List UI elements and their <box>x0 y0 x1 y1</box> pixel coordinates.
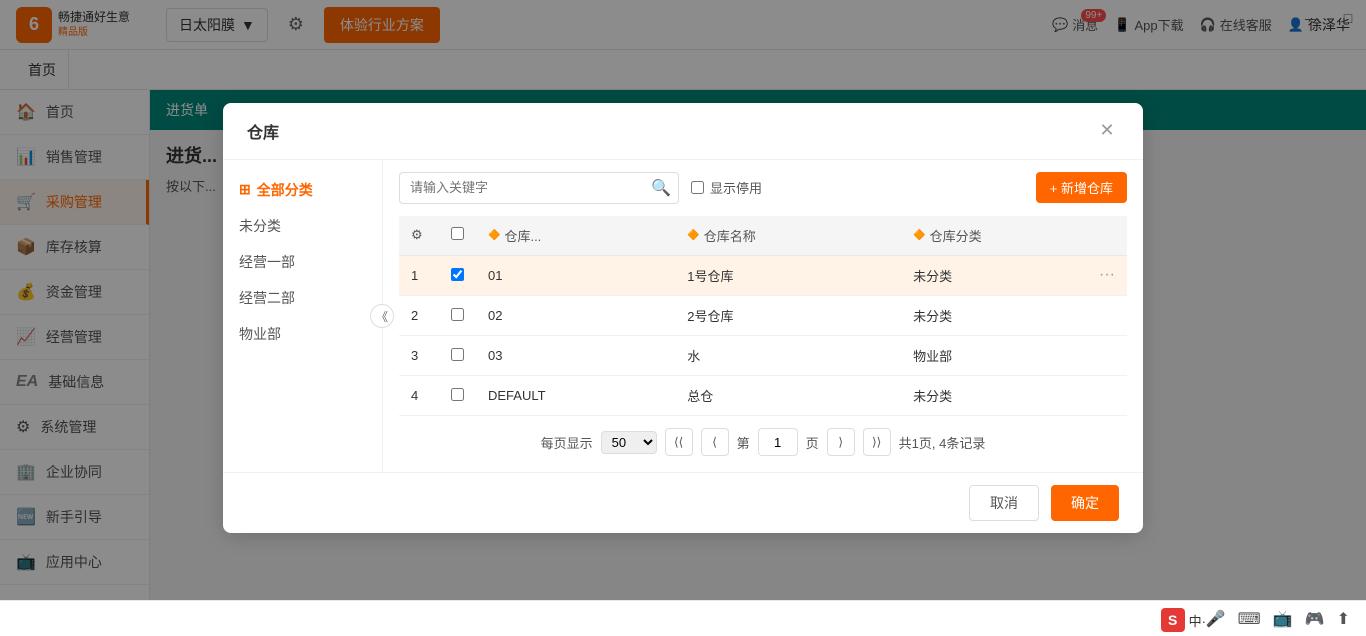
category-all-label: 全部分类 <box>257 180 313 200</box>
category-item-ops2[interactable]: 经营二部 <box>223 280 382 316</box>
category-header[interactable]: ⊞ 全部分类 <box>223 172 382 208</box>
show-disabled-checkbox[interactable] <box>691 181 704 194</box>
row-category: 未分类 <box>901 376 1127 416</box>
row-code: 03 <box>476 336 675 376</box>
search-input-wrap: 🔍 <box>399 172 679 204</box>
mic-icon[interactable]: 🎤 <box>1206 609 1226 629</box>
per-page-label: 每页显示 <box>541 433 593 452</box>
row-name: 1号仓库 <box>675 255 901 296</box>
gamepad-icon[interactable]: 🎮 <box>1305 609 1325 629</box>
table-row[interactable]: 2 02 2号仓库 未分类 <box>399 296 1127 336</box>
row-code: 01 <box>476 255 675 296</box>
total-records: 共1页, 4条记录 <box>899 433 986 452</box>
add-warehouse-button[interactable]: + 新增仓库 <box>1036 172 1127 203</box>
row-checkbox[interactable] <box>439 255 476 296</box>
page-suffix: 页 <box>806 433 819 452</box>
row-no: 3 <box>399 336 439 376</box>
taskbar: S 中· 🎤 ⌨ 📺 🎮 ⬆ <box>0 600 1366 636</box>
modal-close-button[interactable]: ✕ <box>1095 119 1119 143</box>
row-checkbox[interactable] <box>439 336 476 376</box>
row-name: 水 <box>675 336 901 376</box>
sort-icon: 🔶 <box>913 230 925 241</box>
th-code[interactable]: 🔶 仓库... <box>476 216 675 256</box>
warehouse-modal: 仓库 ✕ ⊞ 全部分类 未分类 经营一部 经营二部 物业部 《 <box>223 103 1143 534</box>
search-input[interactable] <box>399 172 679 204</box>
row-no: 2 <box>399 296 439 336</box>
table-panel: 🔍 显示停用 + 新增仓库 ⚙ <box>383 160 1143 473</box>
upload-icon[interactable]: ⬆ <box>1337 609 1350 629</box>
row-name: 2号仓库 <box>675 296 901 336</box>
th-name-label: 仓库名称 <box>704 226 756 245</box>
row-code: 02 <box>476 296 675 336</box>
row-actions-icon[interactable]: ··· <box>1099 266 1115 284</box>
category-collapse-button[interactable]: 《 <box>370 304 394 328</box>
row-select-checkbox[interactable] <box>451 388 464 401</box>
category-panel: ⊞ 全部分类 未分类 经营一部 经营二部 物业部 《 <box>223 160 383 473</box>
sort-icon: 🔶 <box>687 230 699 241</box>
page-label: 第 <box>737 433 750 452</box>
table-body: 1 01 1号仓库 未分类··· 2 02 2号仓库 未分类 3 03 水 物业… <box>399 255 1127 416</box>
row-select-checkbox[interactable] <box>451 268 464 281</box>
next-page-button[interactable]: ⟩ <box>827 428 855 456</box>
row-code: DEFAULT <box>476 376 675 416</box>
row-category: 未分类··· <box>901 256 1127 296</box>
pagination: 每页显示 50 20 100 ⟨⟨ ⟨ 第 页 ⟩ ⟩⟩ 共1页, 4条记录 <box>399 416 1127 460</box>
row-checkbox[interactable] <box>439 296 476 336</box>
category-item-unclassified[interactable]: 未分类 <box>223 208 382 244</box>
table-row[interactable]: 3 03 水 物业部 <box>399 336 1127 376</box>
sort-icon: 🔶 <box>488 230 500 241</box>
th-checkbox[interactable] <box>439 216 476 256</box>
row-no: 1 <box>399 255 439 296</box>
prev-page-button[interactable]: ⟨ <box>701 428 729 456</box>
table-toolbar: 🔍 显示停用 + 新增仓库 <box>399 172 1127 204</box>
row-category: 未分类 <box>901 296 1127 336</box>
th-code-label: 仓库... <box>504 226 541 245</box>
first-page-button[interactable]: ⟨⟨ <box>665 428 693 456</box>
per-page-select[interactable]: 50 20 100 <box>601 431 657 454</box>
cancel-button[interactable]: 取消 <box>969 485 1039 521</box>
category-item-property[interactable]: 物业部 <box>223 316 382 352</box>
keyboard-icon[interactable]: ⌨ <box>1238 609 1261 629</box>
modal-header: 仓库 ✕ <box>223 103 1143 160</box>
th-name[interactable]: 🔶 仓库名称 <box>675 216 901 256</box>
search-icon[interactable]: 🔍 <box>651 178 671 198</box>
th-gear[interactable]: ⚙ <box>399 216 439 256</box>
row-name: 总仓 <box>675 376 901 416</box>
select-all-checkbox[interactable] <box>451 227 464 240</box>
th-category-label: 仓库分类 <box>930 226 982 245</box>
brand-label: 中· <box>1189 611 1206 630</box>
th-category[interactable]: 🔶 仓库分类 <box>901 216 1127 256</box>
row-no: 4 <box>399 376 439 416</box>
page-number-input[interactable] <box>758 428 798 456</box>
show-disabled-option[interactable]: 显示停用 <box>691 178 762 197</box>
modal-title: 仓库 <box>247 119 279 143</box>
table-header: ⚙ 🔶 仓库... <box>399 216 1127 256</box>
column-gear-icon: ⚙ <box>411 227 423 242</box>
row-checkbox[interactable] <box>439 376 476 416</box>
table-row[interactable]: 4 DEFAULT 总仓 未分类 <box>399 376 1127 416</box>
monitor-icon[interactable]: 📺 <box>1273 609 1293 629</box>
modal-body: ⊞ 全部分类 未分类 经营一部 经营二部 物业部 《 🔍 <box>223 160 1143 473</box>
category-item-ops1[interactable]: 经营一部 <box>223 244 382 280</box>
last-page-button[interactable]: ⟩⟩ <box>863 428 891 456</box>
row-select-checkbox[interactable] <box>451 308 464 321</box>
confirm-button[interactable]: 确定 <box>1051 485 1119 521</box>
show-disabled-label: 显示停用 <box>710 178 762 197</box>
row-select-checkbox[interactable] <box>451 348 464 361</box>
category-grid-icon: ⊞ <box>239 181 251 198</box>
modal-footer: 取消 确定 <box>223 472 1143 533</box>
warehouse-table: ⚙ 🔶 仓库... <box>399 216 1127 417</box>
modal-overlay: 仓库 ✕ ⊞ 全部分类 未分类 经营一部 经营二部 物业部 《 <box>0 0 1366 636</box>
brand-area: S 中· <box>1161 608 1206 632</box>
row-category: 物业部 <box>901 336 1127 376</box>
table-row[interactable]: 1 01 1号仓库 未分类··· <box>399 255 1127 296</box>
brand-s-icon: S <box>1161 608 1185 632</box>
